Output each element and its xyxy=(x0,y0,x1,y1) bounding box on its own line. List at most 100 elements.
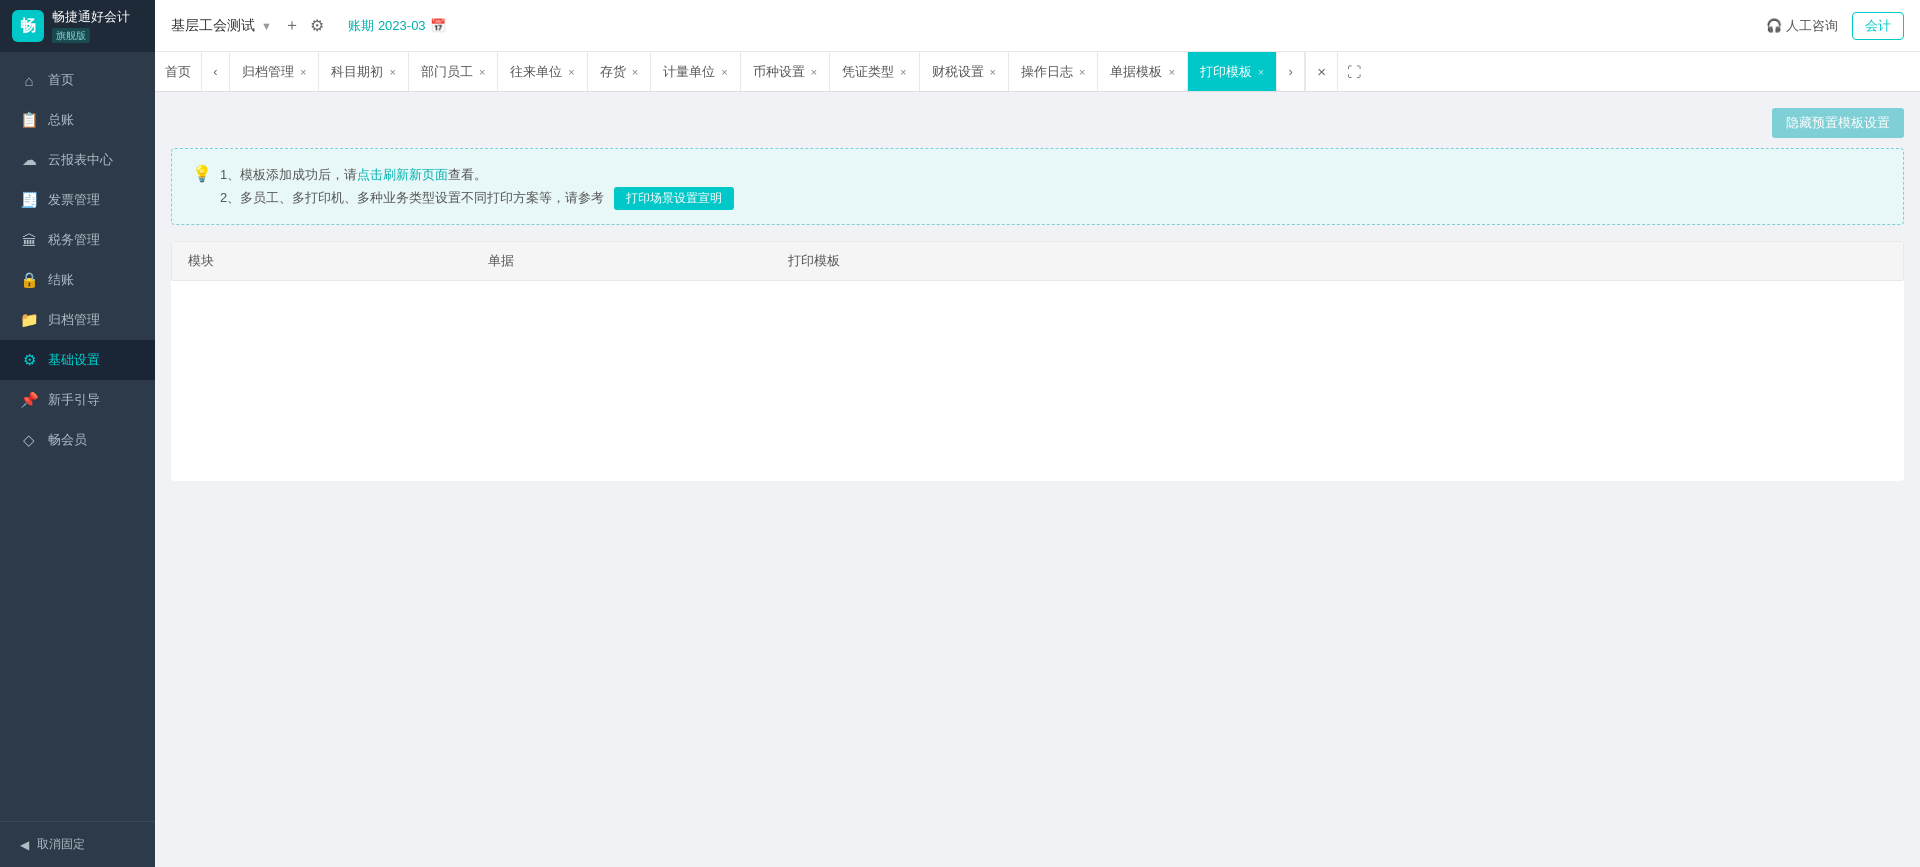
topbar-actions: ＋ ⚙ xyxy=(284,15,324,36)
logo-text: 畅捷通好会计 旗舰版 xyxy=(52,9,130,44)
tab-tax-settings-close[interactable]: × xyxy=(990,66,996,78)
sidebar-item-ledger[interactable]: 📋 总账 xyxy=(0,100,155,140)
col-template-header: 打印模板 xyxy=(772,242,1903,280)
bulb-icon: 💡 xyxy=(192,164,212,183)
tab-archive[interactable]: 归档管理 × xyxy=(230,52,319,92)
tab-counterparty[interactable]: 往来单位 × xyxy=(498,52,587,92)
sidebar-nav: ⌂ 首页 📋 总账 ☁ 云报表中心 🧾 发票管理 🏛 税务管理 🔒 结账 📁 归档管理 ⚙基础设置 📌 新手引导… xyxy=(0,52,155,821)
topbar-period: 账期 2023-03 📅 xyxy=(344,17,446,35)
tab-unit-close[interactable]: × xyxy=(721,66,727,78)
unpin-icon: ◀ xyxy=(20,838,29,852)
table-header: 模块 单据 打印模板 xyxy=(171,241,1904,281)
col-single-header: 单据 xyxy=(472,242,772,280)
content-area: 隐藏预置模板设置 💡 1、模板添加成功后，请点击刷新新页面查看。 2、多员工、多… xyxy=(155,92,1920,867)
info-line-2: 2、多员工、多打印机、多种业务类型设置不同打印方案等，请参考 打印场景设置宣明 xyxy=(220,186,734,210)
sidebar-label-close: 结账 xyxy=(48,271,74,289)
tab-inventory[interactable]: 存货 × xyxy=(588,52,651,92)
sidebar-item-tax[interactable]: 🏛 税务管理 xyxy=(0,220,155,260)
tab-dept[interactable]: 部门员工 × xyxy=(409,52,498,92)
tab-print-template[interactable]: 打印模板 × xyxy=(1188,52,1277,92)
tax-icon: 🏛 xyxy=(20,232,38,249)
tab-unit[interactable]: 计量单位 × xyxy=(651,52,740,92)
add-icon[interactable]: ＋ xyxy=(284,15,300,36)
company-dropdown-icon: ▼ xyxy=(261,20,272,32)
tab-close-all-btn[interactable]: × xyxy=(1305,52,1337,92)
close-icon: 🔒 xyxy=(20,271,38,289)
info-line-1: 1、模板添加成功后，请点击刷新新页面查看。 xyxy=(220,163,734,186)
invoice-icon: 🧾 xyxy=(20,191,38,209)
support-label: 人工咨询 xyxy=(1786,17,1838,35)
unpin-label: 取消固定 xyxy=(37,836,85,853)
tab-next-btn[interactable]: › xyxy=(1277,52,1305,92)
info-banner: 💡 1、模板添加成功后，请点击刷新新页面查看。 2、多员工、多打印机、多种业务类… xyxy=(171,148,1904,225)
tab-archive-close[interactable]: × xyxy=(300,66,306,78)
settings-icon[interactable]: ⚙ xyxy=(310,16,324,35)
sidebar-item-member[interactable]: ◇畅会员 xyxy=(0,420,155,460)
sidebar-label-archive: 归档管理 xyxy=(48,311,100,329)
refresh-link[interactable]: 点击刷新新页面 xyxy=(357,167,448,182)
sidebar-label-settings: 基础设置 xyxy=(48,351,100,369)
sidebar-label-reports: 云报表中心 xyxy=(48,151,113,169)
logo-icon: 畅 xyxy=(12,10,44,42)
calendar-icon[interactable]: 📅 xyxy=(430,18,446,33)
member-icon: ◇ xyxy=(20,431,38,449)
print-scene-btn[interactable]: 打印场景设置宣明 xyxy=(614,187,734,210)
sidebar: 畅 畅捷通好会计 旗舰版 ⌂ 首页 📋 总账 ☁ 云报表中心 🧾 发票管理 🏛 税务管理 🔒 结账 📁 归… xyxy=(0,0,155,867)
tab-counterparty-close[interactable]: × xyxy=(568,66,574,78)
ledger-icon: 📋 xyxy=(20,111,38,129)
tab-operation-log[interactable]: 操作日志 × xyxy=(1009,52,1098,92)
table-container: 模块 单据 打印模板 xyxy=(171,241,1904,481)
tab-prev-btn[interactable]: ‹ xyxy=(202,52,230,92)
main-area: 基层工会测试 ▼ ＋ ⚙ 账期 2023-03 📅 🎧 人工咨询 会计 首页 ‹… xyxy=(155,0,1920,867)
sidebar-label-guide: 新手引导 xyxy=(48,391,100,409)
archive-icon: 📁 xyxy=(20,311,38,329)
table-body-empty xyxy=(171,281,1904,481)
topbar: 基层工会测试 ▼ ＋ ⚙ 账期 2023-03 📅 🎧 人工咨询 会计 xyxy=(155,0,1920,52)
support-button[interactable]: 🎧 人工咨询 xyxy=(1766,17,1838,35)
sidebar-logo: 畅 畅捷通好会计 旗舰版 xyxy=(0,0,155,52)
info-banner-row: 💡 1、模板添加成功后，请点击刷新新页面查看。 2、多员工、多打印机、多种业务类… xyxy=(192,163,1883,210)
sidebar-item-reports[interactable]: ☁ 云报表中心 xyxy=(0,140,155,180)
sidebar-label-tax: 税务管理 xyxy=(48,231,100,249)
company-label: 基层工会测试 xyxy=(171,17,255,35)
tab-subjects[interactable]: 科目期初 × xyxy=(319,52,408,92)
period-value[interactable]: 2023-03 xyxy=(378,18,426,33)
tab-voucher-type-close[interactable]: × xyxy=(900,66,906,78)
tab-inventory-close[interactable]: × xyxy=(632,66,638,78)
tab-currency[interactable]: 币种设置 × xyxy=(741,52,830,92)
guide-icon: 📌 xyxy=(20,391,38,409)
tab-print-template-close[interactable]: × xyxy=(1258,66,1264,78)
sidebar-label-ledger: 总账 xyxy=(48,111,74,129)
sidebar-item-guide[interactable]: 📌 新手引导 xyxy=(0,380,155,420)
col-module-header: 模块 xyxy=(172,242,472,280)
tab-maximize-btn[interactable]: ⛶ xyxy=(1337,52,1369,92)
tab-currency-close[interactable]: × xyxy=(811,66,817,78)
sidebar-item-close[interactable]: 🔒 结账 xyxy=(0,260,155,300)
sidebar-item-home[interactable]: ⌂ 首页 xyxy=(0,60,155,100)
period-label: 账期 xyxy=(348,17,374,35)
hide-template-settings-btn[interactable]: 隐藏预置模板设置 xyxy=(1772,108,1904,138)
sidebar-item-invoice[interactable]: 🧾 发票管理 xyxy=(0,180,155,220)
reports-icon: ☁ xyxy=(20,151,38,169)
tab-dept-close[interactable]: × xyxy=(479,66,485,78)
tab-home[interactable]: 首页 xyxy=(155,52,202,92)
tab-subjects-close[interactable]: × xyxy=(389,66,395,78)
tab-tax-settings[interactable]: 财税设置 × xyxy=(920,52,1009,92)
sidebar-label-home: 首页 xyxy=(48,71,74,89)
tab-operation-log-close[interactable]: × xyxy=(1079,66,1085,78)
sidebar-unpin-btn[interactable]: ◀ 取消固定 xyxy=(0,821,155,867)
home-tab-label: 首页 xyxy=(165,63,191,81)
tab-single-template-close[interactable]: × xyxy=(1168,66,1174,78)
sidebar-label-invoice: 发票管理 xyxy=(48,191,100,209)
home-icon: ⌂ xyxy=(20,72,38,89)
tabbar: 首页 ‹ 归档管理 × 科目期初 × 部门员工 × 往来单位 × 存货 × 计量… xyxy=(155,52,1920,92)
tab-voucher-type[interactable]: 凭证类型 × xyxy=(830,52,919,92)
sidebar-item-archive[interactable]: 📁 归档管理 xyxy=(0,300,155,340)
tab-single-template[interactable]: 单据模板 × xyxy=(1098,52,1187,92)
template-settings-section: 隐藏预置模板设置 xyxy=(171,108,1904,138)
topbar-right: 🎧 人工咨询 会计 xyxy=(1766,12,1904,40)
info-banner-text: 1、模板添加成功后，请点击刷新新页面查看。 2、多员工、多打印机、多种业务类型设… xyxy=(220,163,734,210)
account-button[interactable]: 会计 xyxy=(1852,12,1904,40)
company-name[interactable]: 基层工会测试 ▼ xyxy=(171,17,272,35)
sidebar-item-settings[interactable]: ⚙基础设置 xyxy=(0,340,155,380)
